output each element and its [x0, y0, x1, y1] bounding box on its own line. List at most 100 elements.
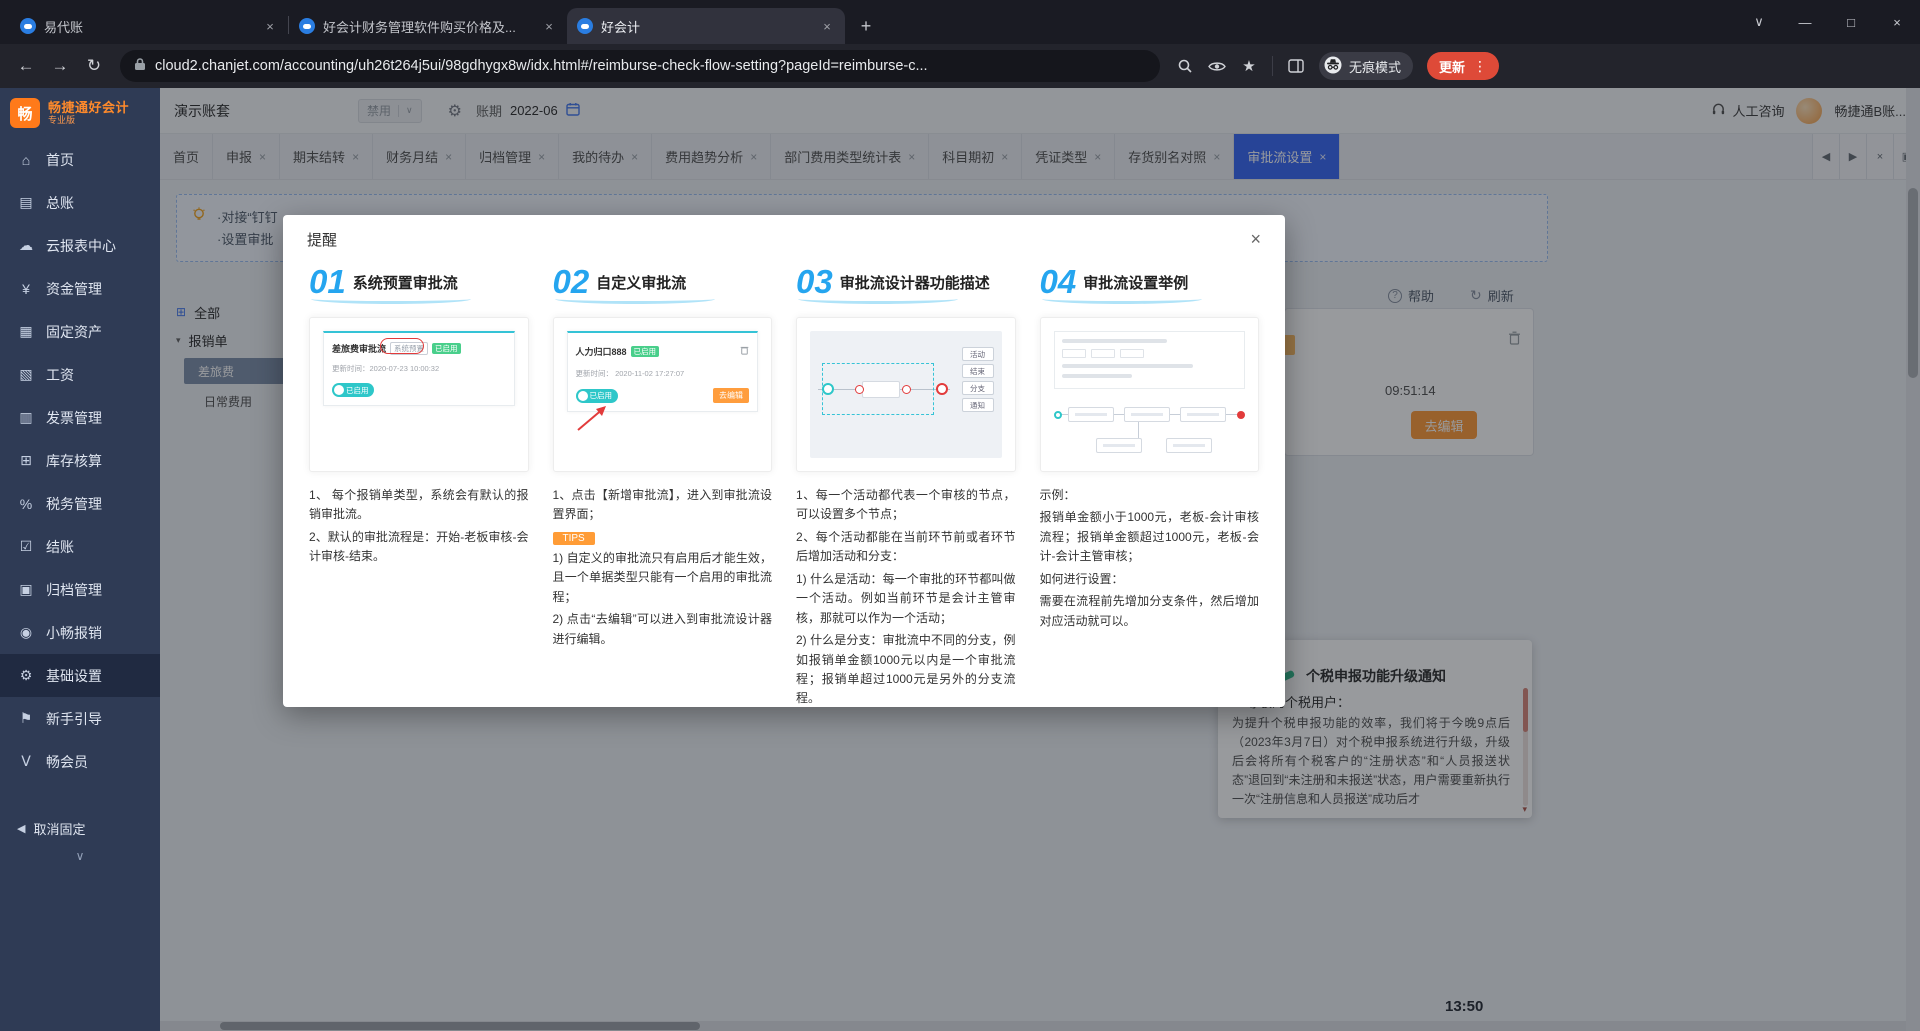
- section-screenshot: 差旅费审批流 系统预置 已启用 更新时间：2020-07-23 10:00:32: [309, 317, 529, 472]
- section-line: 需要在流程前先增加分支条件，然后增加对应活动就可以。: [1040, 592, 1260, 631]
- section-line: 如何进行设置：: [1040, 570, 1260, 589]
- browser-toolbar: ← → ↻ cloud2.chanjet.com/accounting/uh26…: [0, 44, 1920, 88]
- reload-icon[interactable]: ↻: [78, 50, 110, 82]
- section-text: 示例： 报销单金额小于1000元，老板-会计审核流程；报销单金额超过1000元，…: [1040, 486, 1260, 631]
- address-bar[interactable]: cloud2.chanjet.com/accounting/uh26t264j5…: [120, 50, 1160, 82]
- modal-section-4: 04 审批流设置举例: [1040, 267, 1260, 712]
- menu-kebab-icon[interactable]: ⋮: [1473, 58, 1487, 75]
- mock-toggle: 已启用: [332, 383, 374, 397]
- toggle-label: 已启用: [346, 385, 369, 396]
- sidebar-item-settings[interactable]: ⚙基础设置: [0, 654, 160, 697]
- tab-search-icon[interactable]: ∨: [1736, 0, 1782, 44]
- sidebar-item-label: 税务管理: [46, 494, 102, 514]
- eye-icon[interactable]: [1202, 51, 1232, 81]
- mock-trash-icon: [740, 342, 749, 360]
- sidebar-item-payroll[interactable]: ▧工资: [0, 353, 160, 396]
- sidebar-item-label: 结账: [46, 537, 74, 557]
- section-screenshot: 活动 结束 分支 通知: [796, 317, 1016, 472]
- sidebar-scroll-down-icon[interactable]: ∨: [0, 849, 160, 863]
- browser-tab-1[interactable]: 易代账 ×: [10, 8, 288, 44]
- tab-close-icon[interactable]: ×: [819, 19, 835, 34]
- unpin-label: 取消固定: [33, 819, 85, 838]
- sidebar-item-general-ledger[interactable]: ▤总账: [0, 181, 160, 224]
- mock-flow-diagram: [1054, 398, 1246, 456]
- sidebar-item-tax[interactable]: %税务管理: [0, 482, 160, 525]
- mock-settings-panel: [1054, 331, 1246, 389]
- sidebar-item-label: 基础设置: [46, 666, 102, 686]
- mock-enabled-tag: 已启用: [432, 343, 461, 354]
- mock-enabled-tag: 已启用: [631, 346, 660, 357]
- tab-favicon: [20, 18, 36, 34]
- bookmark-star-icon[interactable]: ★: [1234, 51, 1264, 81]
- zoom-icon[interactable]: [1170, 51, 1200, 81]
- back-icon[interactable]: ←: [10, 50, 42, 82]
- section-line: 2) 什么是分支：审批流中不同的分支，例如报销单金额1000元以内是一个审批流程…: [796, 631, 1016, 709]
- tab-close-icon[interactable]: ×: [541, 19, 557, 34]
- activity-node: [862, 381, 900, 398]
- modal-body: 01 系统预置审批流 差旅费审批流 系统预置 已启用: [283, 263, 1285, 712]
- new-tab-button[interactable]: +: [851, 11, 881, 41]
- toggle-knob: [334, 385, 344, 395]
- reminder-modal: 提醒 × 01 系统预置审批流 差旅费审批流: [283, 215, 1285, 707]
- archive-icon: ▣: [17, 581, 35, 598]
- tab-close-icon[interactable]: ×: [262, 19, 278, 34]
- section-line: 2、每个活动都能在当前环节前或者环节后增加活动和分支：: [796, 528, 1016, 567]
- sidebar-nav: ⌂首页 ▤总账 ☁云报表中心 ¥ 资金管理 ▦固定资产 ▧工资 ▥发票管理 ⊞库存…: [0, 138, 160, 783]
- logo-subtitle: 专业版: [48, 115, 129, 126]
- sidebar-item-archive[interactable]: ▣ 归档管理: [0, 568, 160, 611]
- sidebar-item-invoices[interactable]: ▥发票管理: [0, 396, 160, 439]
- sidebar-item-guide[interactable]: ⚑新手引导: [0, 697, 160, 740]
- money-icon: ¥: [17, 281, 35, 297]
- red-highlight-box: [380, 338, 424, 354]
- close-window-button[interactable]: ×: [1874, 0, 1920, 44]
- sidebar-item-reimburse[interactable]: ◉小畅报销: [0, 611, 160, 654]
- sidebar-item-inventory[interactable]: ⊞库存核算: [0, 439, 160, 482]
- sidebar-item-closing[interactable]: ☑ 结账: [0, 525, 160, 568]
- modal-section-3: 03 审批流设计器功能描述: [796, 267, 1016, 712]
- sidebar-item-fixed-assets[interactable]: ▦固定资产: [0, 310, 160, 353]
- sidebar-item-label: 工资: [46, 365, 74, 385]
- minimize-button[interactable]: —: [1782, 0, 1828, 44]
- section-line: 1) 什么是活动：每一个审批的环节都叫做一个活动。例如当前环节是会计主管审核，那…: [796, 570, 1016, 628]
- screen: 易代账 × 好会计财务管理软件购买价格及... × 好会计 × + ∨ — □ …: [0, 0, 1920, 1031]
- section-heading: 审批流设计器功能描述: [840, 272, 990, 296]
- sidebar-item-home[interactable]: ⌂首页: [0, 138, 160, 181]
- menu-item: 结束: [962, 364, 994, 378]
- sidebar-item-funds[interactable]: ¥ 资金管理: [0, 267, 160, 310]
- browser-tab-active[interactable]: 好会计 ×: [567, 8, 845, 44]
- update-chrome-button[interactable]: 更新 ⋮: [1427, 52, 1499, 80]
- incognito-label: 无痕模式: [1349, 57, 1401, 76]
- unpin-sidebar-button[interactable]: ◀ 取消固定: [0, 809, 160, 847]
- incognito-badge[interactable]: 无痕模式: [1319, 52, 1413, 80]
- logo-title: 畅捷通好会计: [48, 100, 129, 116]
- mock-updated-time: 更新时间：2020-07-23 10:00:32: [332, 363, 506, 374]
- sidebar-item-label: 总账: [46, 193, 74, 213]
- sidebar: 畅 畅捷通好会计 专业版 ⌂首页 ▤总账 ☁云报表中心 ¥资金管理 ▦固定资产 …: [0, 88, 160, 1031]
- section-screenshot: 人力归口888 已启用 更新时间： 2020-11-02 17:27:07: [553, 317, 773, 472]
- section-number: 03: [796, 267, 833, 296]
- side-panel-icon[interactable]: [1281, 51, 1311, 81]
- section-heading: 系统预置审批流: [353, 272, 458, 296]
- sidebar-item-label: 库存核算: [46, 451, 102, 471]
- forward-icon[interactable]: →: [44, 50, 76, 82]
- home-icon: ⌂: [17, 152, 35, 168]
- modal-close-icon[interactable]: ×: [1250, 229, 1261, 250]
- sidebar-item-label: 资金管理: [46, 279, 102, 299]
- sidebar-item-label: 固定资产: [46, 322, 102, 342]
- reimburse-icon: ◉: [17, 624, 35, 641]
- section-line: 2、默认的审批流程是：开始-老板审核-会计审核-结束。: [309, 528, 529, 567]
- modal-section-2: 02 自定义审批流 人力归口888 已启用: [553, 267, 773, 712]
- maximize-button[interactable]: □: [1828, 0, 1874, 44]
- section-line: 1) 自定义的审批流只有启用后才能生效，且一个单据类型只能有一个启用的审批流程；: [553, 549, 773, 607]
- check-icon: ☑: [17, 538, 35, 555]
- browser-tab-2[interactable]: 好会计财务管理软件购买价格及... ×: [289, 8, 567, 44]
- sidebar-item-cloud-reports[interactable]: ☁云报表中心: [0, 224, 160, 267]
- sidebar-item-label: 新手引导: [46, 709, 102, 729]
- menu-item: 分支: [962, 381, 994, 395]
- cloud-icon: ☁: [17, 237, 35, 254]
- sidebar-item-label: 归档管理: [46, 580, 102, 600]
- unpin-icon: ◀: [17, 822, 25, 835]
- sidebar-item-label: 畅会员: [46, 752, 88, 772]
- section-number: 02: [553, 267, 590, 296]
- sidebar-item-membership[interactable]: Ⅴ畅会员: [0, 740, 160, 783]
